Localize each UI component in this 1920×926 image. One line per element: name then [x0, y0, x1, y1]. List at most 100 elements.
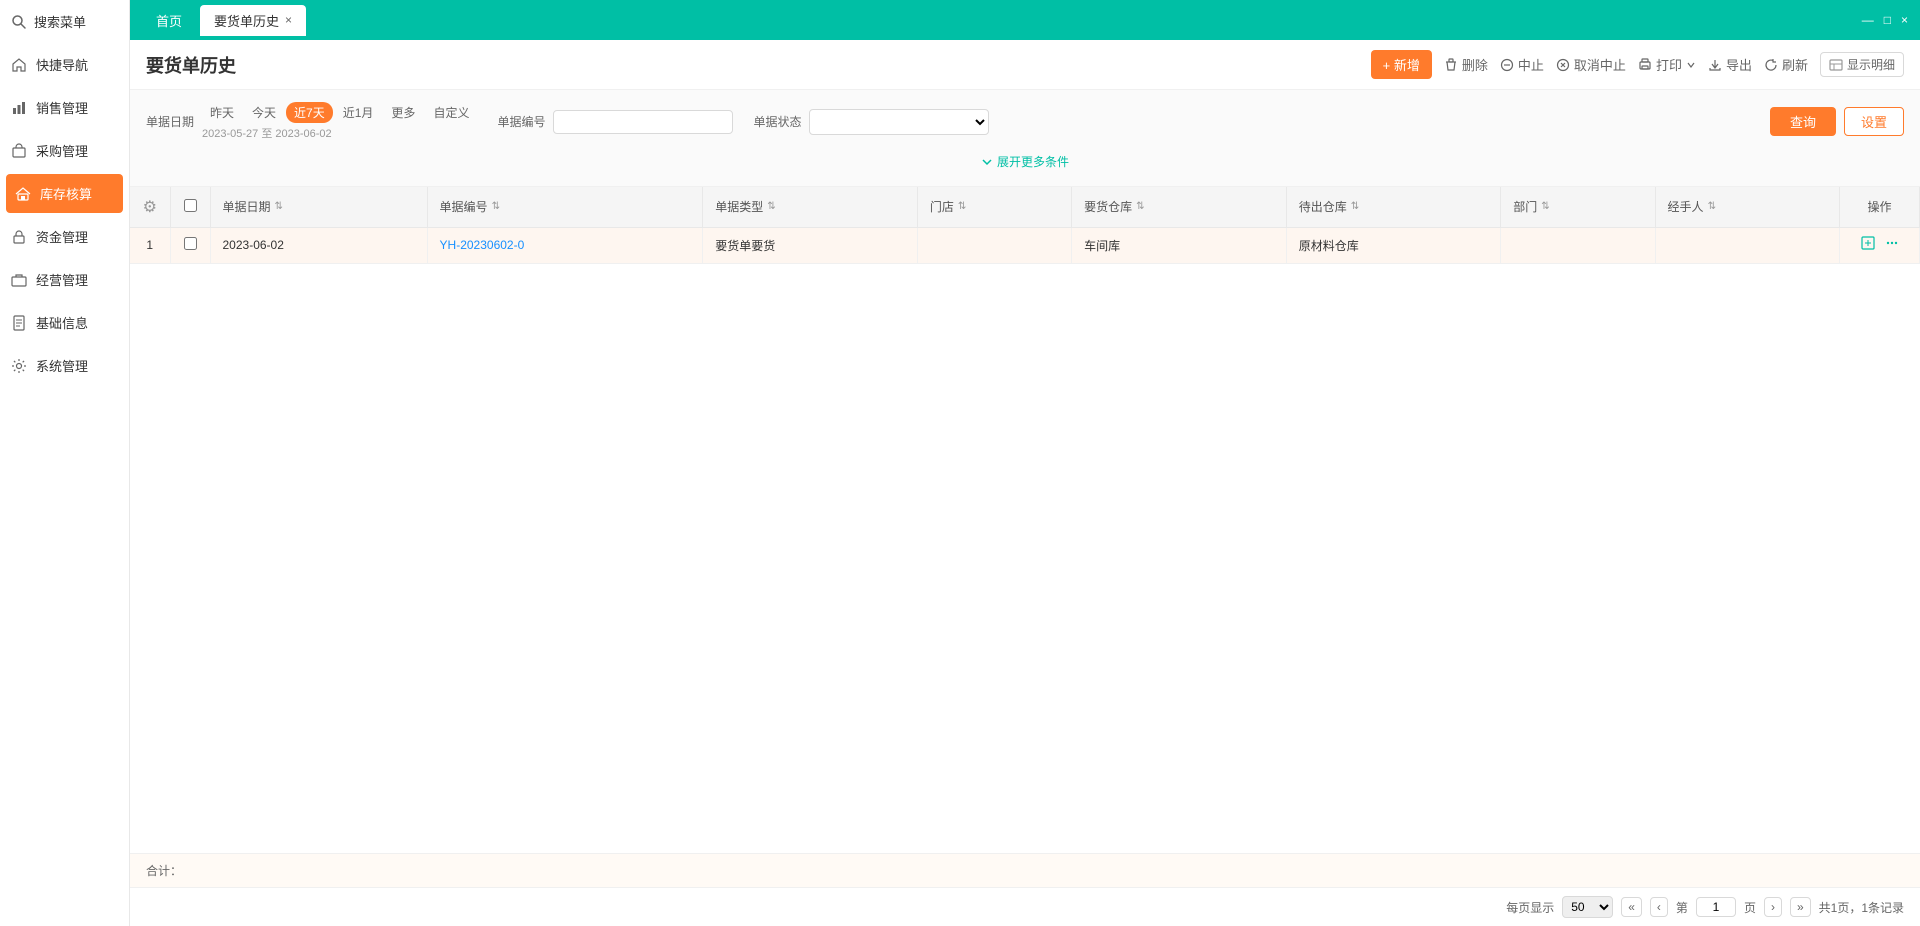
date-btn-7days[interactable]: 近7天 — [286, 102, 333, 123]
sidebar-item-quick-nav[interactable]: 快捷导航 — [0, 43, 129, 86]
table-header-doc-date[interactable]: 单据日期 ⇅ — [210, 187, 427, 227]
sidebar-item-basic[interactable]: 基础信息 — [0, 301, 129, 344]
page-header: 要货单历史 + 新增 删除 中止 取消中止 打印 — [130, 40, 1920, 90]
doc-no-link[interactable]: YH-20230602-0 — [440, 238, 525, 252]
pagination: 每页显示 50 20 100 « ‹ 第 页 › » 共1页，1条记录 — [130, 887, 1920, 926]
date-btn-more[interactable]: 更多 — [383, 102, 423, 123]
search-icon — [10, 13, 28, 31]
first-page-btn[interactable]: « — [1621, 897, 1642, 917]
date-filter-label: 单据日期 — [146, 113, 194, 130]
date-btn-yesterday[interactable]: 昨天 — [202, 102, 242, 123]
briefcase-icon — [10, 271, 28, 289]
footer-total-label: 合计： — [146, 864, 182, 878]
table-header-store[interactable]: 门店 ⇅ — [917, 187, 1071, 227]
export-button[interactable]: 导出 — [1708, 55, 1752, 74]
cancel-stop-icon — [1556, 58, 1570, 72]
date-btn-today[interactable]: 今天 — [244, 102, 284, 123]
sort-icon: ⇅ — [1708, 201, 1716, 212]
sidebar-item-purchase[interactable]: 采购管理 — [0, 129, 129, 172]
sidebar-item-label: 库存核算 — [40, 184, 92, 203]
toolbar: + 新增 删除 中止 取消中止 打印 — [1371, 50, 1904, 79]
display-detail-button[interactable]: 显示明细 — [1820, 52, 1904, 77]
row-index: 1 — [130, 227, 170, 263]
row-handler — [1655, 227, 1839, 263]
file-icon — [10, 314, 28, 332]
page-size-label: 每页显示 — [1506, 899, 1554, 916]
row-pending-warehouse: 原材料仓库 — [1286, 227, 1501, 263]
doc-no-input[interactable] — [553, 110, 733, 134]
table-header-doc-no[interactable]: 单据编号 ⇅ — [427, 187, 703, 227]
refresh-button[interactable]: 刷新 — [1764, 55, 1808, 74]
sidebar-item-label: 销售管理 — [36, 98, 88, 117]
doc-no-label: 单据编号 — [497, 113, 545, 130]
table-header-row: ⚙ 单据日期 ⇅ 单据编号 — [130, 187, 1920, 227]
table-footer: 合计： — [130, 853, 1920, 887]
cancel-stop-button[interactable]: 取消中止 — [1556, 55, 1626, 74]
status-select[interactable] — [809, 109, 989, 135]
go-to-unit: 页 — [1744, 899, 1756, 916]
home-icon — [10, 56, 28, 74]
sort-icon: ⇅ — [767, 201, 775, 212]
stop-button[interactable]: 中止 — [1500, 55, 1544, 74]
window-maximize-btn[interactable]: □ — [1884, 13, 1891, 27]
chevron-down-icon — [981, 156, 993, 168]
filter-row: 单据日期 昨天 今天 近7天 近1月 更多 自定义 2023-05-27 至 2… — [146, 102, 1904, 141]
row-checkbox — [170, 227, 210, 263]
sidebar-item-label: 资金管理 — [36, 227, 88, 246]
table-header-department[interactable]: 部门 ⇅ — [1501, 187, 1655, 227]
row-more-icon[interactable] — [1884, 235, 1900, 256]
export-icon — [1708, 58, 1722, 72]
table-settings-col: ⚙ — [130, 187, 170, 227]
next-page-btn[interactable]: › — [1764, 897, 1782, 917]
sidebar-search-label: 搜索菜单 — [34, 12, 86, 31]
sort-icon: ⇅ — [1136, 201, 1144, 212]
table-header-handler[interactable]: 经手人 ⇅ — [1655, 187, 1839, 227]
table-row: 1 2023-06-02 YH-20230602-0 要货单要货 车间库 原材料… — [130, 227, 1920, 263]
sidebar-item-finance[interactable]: 资金管理 — [0, 215, 129, 258]
window-minimize-btn[interactable]: — — [1862, 13, 1874, 27]
page-size-select[interactable]: 50 20 100 — [1562, 896, 1613, 918]
sidebar-item-operations[interactable]: 经营管理 — [0, 258, 129, 301]
data-table: ⚙ 单据日期 ⇅ 单据编号 — [130, 187, 1920, 264]
sidebar-item-inventory[interactable]: 库存核算 — [6, 174, 123, 213]
lock-icon — [10, 228, 28, 246]
table-header-action: 操作 — [1840, 187, 1920, 227]
date-btn-1month[interactable]: 近1月 — [335, 102, 382, 123]
table-header-req-warehouse[interactable]: 要货仓库 ⇅ — [1072, 187, 1287, 227]
table-header-pending-warehouse[interactable]: 待出仓库 ⇅ — [1286, 187, 1501, 227]
select-all-checkbox[interactable] — [184, 199, 197, 212]
row-edit-icon[interactable] — [1860, 235, 1876, 256]
tab-close-icon[interactable]: × — [285, 13, 292, 27]
sort-icon: ⇅ — [1351, 201, 1359, 212]
topbar-right: — □ × — [1862, 13, 1908, 27]
new-button[interactable]: + 新增 — [1371, 50, 1432, 79]
table-header-doc-type[interactable]: 单据类型 ⇅ — [703, 187, 918, 227]
sidebar-search[interactable]: 搜索菜单 — [0, 0, 129, 43]
page-input[interactable] — [1696, 897, 1736, 917]
sidebar-item-sales[interactable]: 销售管理 — [0, 86, 129, 129]
date-btn-custom[interactable]: 自定义 — [425, 102, 477, 123]
sort-icon: ⇅ — [492, 201, 500, 212]
topbar: 首页 要货单历史 × — □ × — [130, 0, 1920, 40]
delete-button[interactable]: 删除 — [1444, 55, 1488, 74]
tab-requisition-history[interactable]: 要货单历史 × — [200, 5, 306, 36]
tab-home[interactable]: 首页 — [142, 5, 196, 36]
expand-more-btn[interactable]: 展开更多条件 — [146, 149, 1904, 174]
query-button[interactable]: 查询 — [1770, 107, 1836, 136]
last-page-btn[interactable]: » — [1790, 897, 1811, 917]
sidebar-item-label: 基础信息 — [36, 313, 88, 332]
row-department — [1501, 227, 1655, 263]
row-select-checkbox[interactable] — [184, 237, 197, 250]
status-filter-group: 单据状态 — [753, 109, 989, 135]
print-dropdown-icon — [1686, 60, 1696, 70]
sort-icon: ⇅ — [1541, 201, 1549, 212]
row-doc-no: YH-20230602-0 — [427, 227, 703, 263]
filter-area: 单据日期 昨天 今天 近7天 近1月 更多 自定义 2023-05-27 至 2… — [130, 90, 1920, 187]
detail-icon — [1829, 58, 1843, 72]
table-settings-icon[interactable]: ⚙ — [143, 199, 157, 216]
settings-button[interactable]: 设置 — [1844, 107, 1904, 136]
window-close-btn[interactable]: × — [1901, 13, 1908, 27]
sidebar-item-system[interactable]: 系统管理 — [0, 344, 129, 387]
print-button[interactable]: 打印 — [1638, 55, 1696, 74]
prev-page-btn[interactable]: ‹ — [1650, 897, 1668, 917]
